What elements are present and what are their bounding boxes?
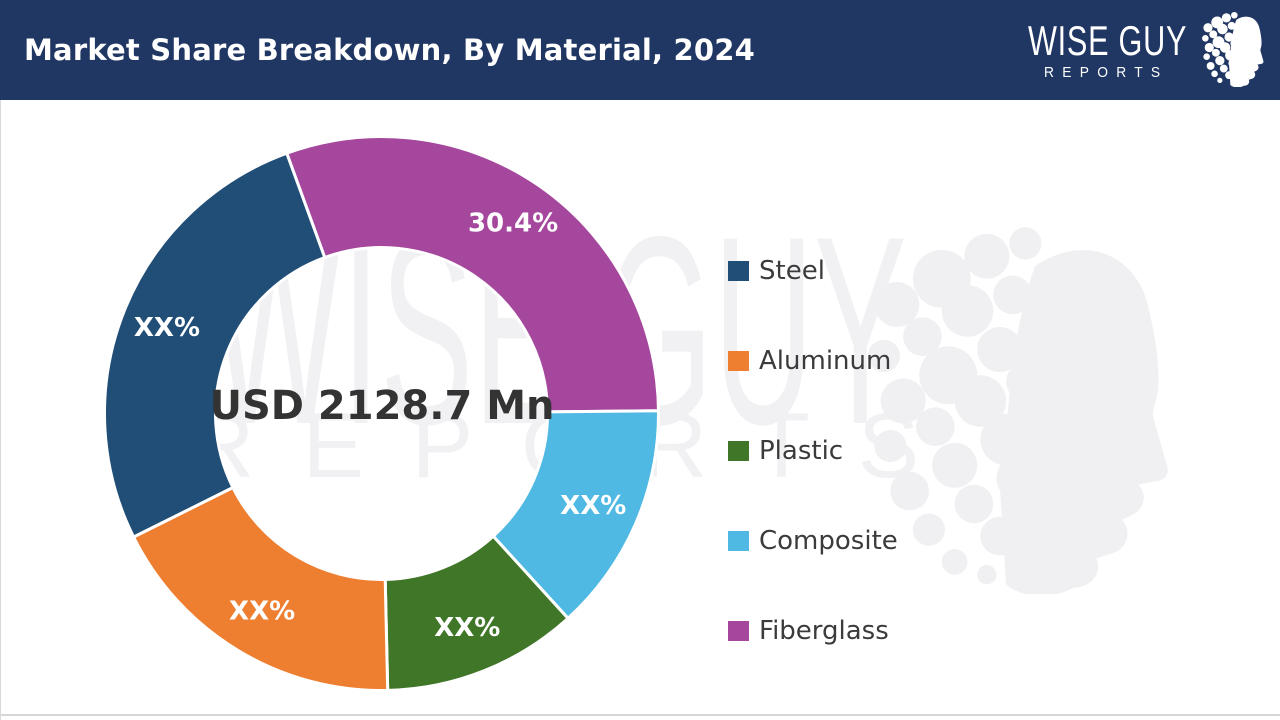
legend-item-aluminum: Aluminum (728, 348, 898, 374)
donut-segment-label-plastic: XX% (434, 613, 500, 643)
legend-label-steel: Steel (759, 256, 825, 286)
brand-reports-text: REPORTS (1044, 64, 1169, 81)
legend-label-composite: Composite (759, 526, 898, 556)
legend-label-fiberglass: Fiberglass (759, 616, 889, 646)
donut-chart: 30.4% XX% XX% XX% XX% (103, 135, 660, 692)
legend-item-composite: Composite (728, 528, 898, 554)
donut-segment-label-fiberglass: 30.4% (468, 209, 558, 239)
legend-item-steel: Steel (728, 258, 898, 284)
legend-swatch-steel (728, 261, 749, 281)
wiseguy-face-icon (1202, 11, 1264, 87)
brand-text: WISE GUY REPORTS (1028, 17, 1198, 82)
legend-swatch-plastic (728, 441, 749, 461)
header-bar: Market Share Breakdown, By Material, 202… (0, 0, 1280, 100)
brand-wiseguy-text: WISE GUY (1028, 17, 1188, 64)
legend-item-fiberglass: Fiberglass (728, 618, 898, 644)
legend-item-plastic: Plastic (728, 438, 898, 464)
legend-swatch-aluminum (728, 351, 749, 371)
footer-divider (0, 714, 1280, 720)
legend-label-aluminum: Aluminum (759, 346, 892, 376)
page-title: Market Share Breakdown, By Material, 202… (24, 33, 756, 67)
donut-segment-steel (103, 151, 327, 539)
legend-swatch-fiberglass (728, 621, 749, 641)
donut-segment-label-aluminum: XX% (229, 596, 295, 626)
legend-swatch-composite (728, 531, 749, 551)
chart-center-value: USD 2128.7 Mn (209, 383, 555, 429)
legend-label-plastic: Plastic (759, 436, 844, 466)
brand-logo: WISE GUY REPORTS (1026, 0, 1266, 100)
left-edge-divider (0, 100, 1, 720)
donut-segment-label-steel: XX% (134, 313, 200, 343)
donut-segment-fiberglass (285, 135, 660, 414)
donut-segment-label-composite: XX% (560, 491, 626, 521)
chart-legend: Steel Aluminum Plastic Composite Fibergl… (728, 258, 898, 708)
